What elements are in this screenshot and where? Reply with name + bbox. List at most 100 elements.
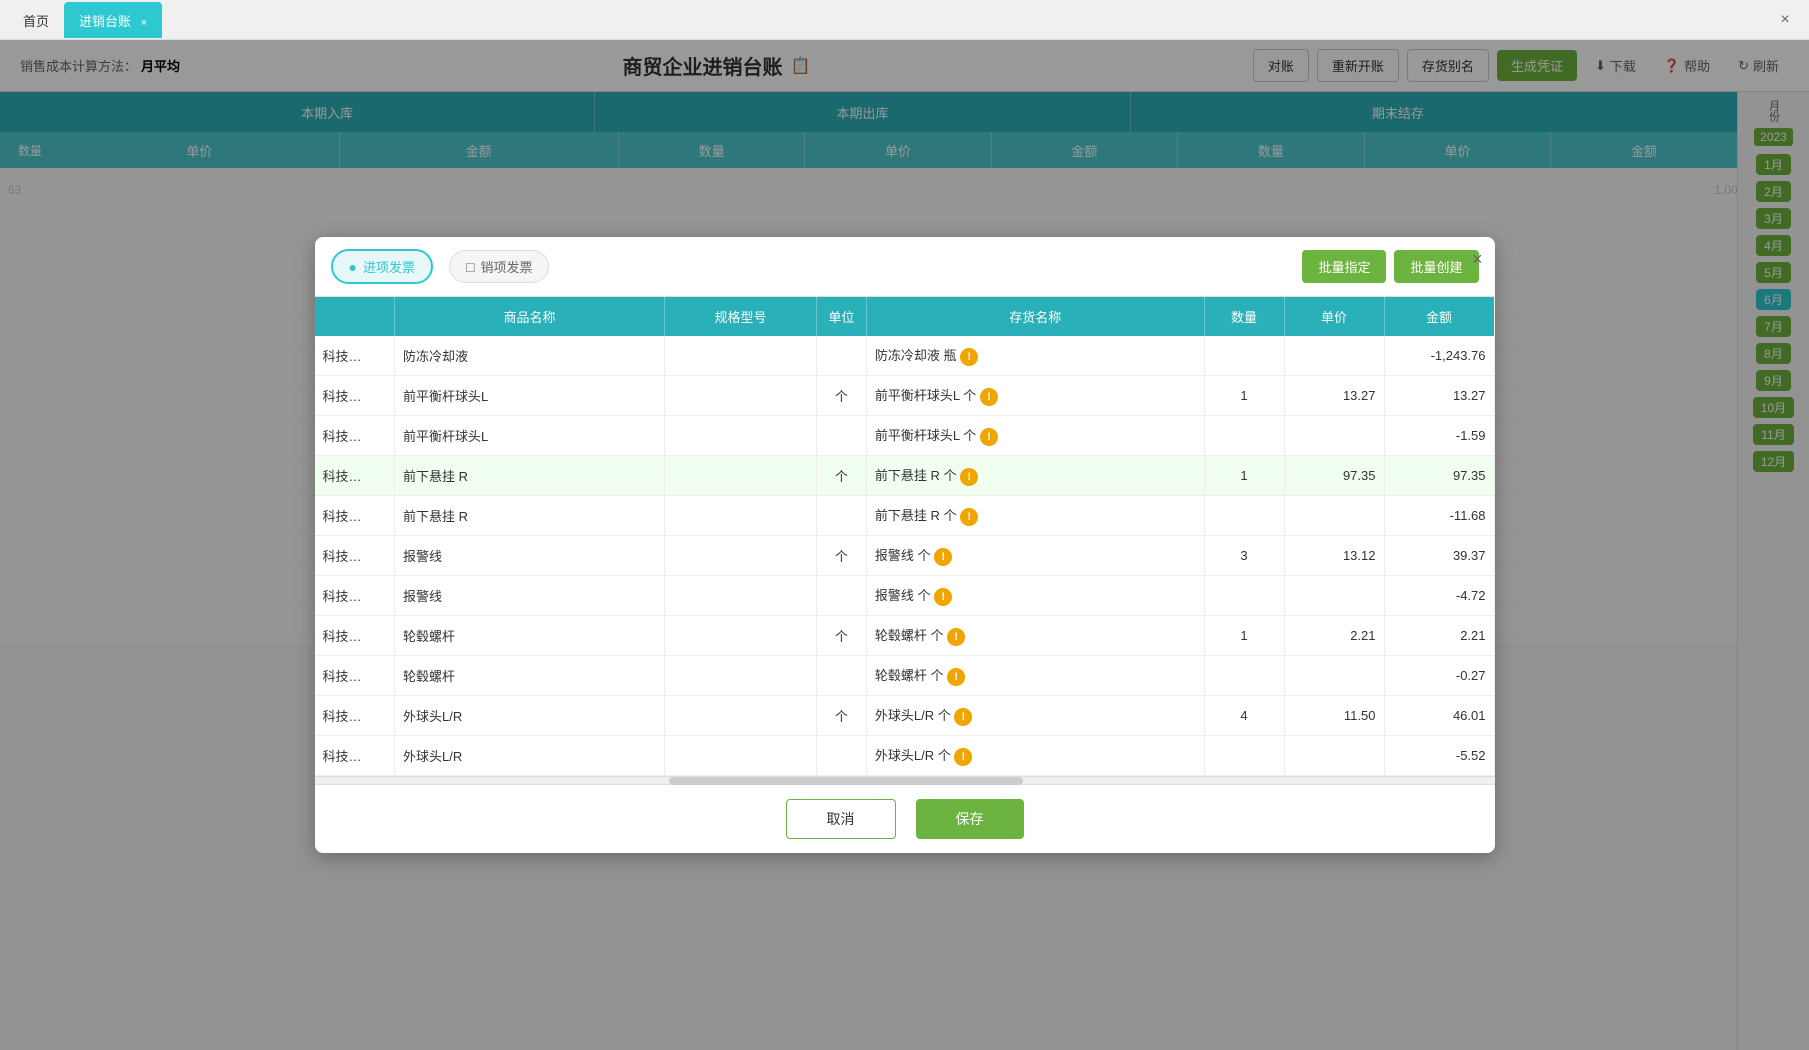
- cell-quantity: 1: [1204, 376, 1284, 416]
- cell-amount: -1.59: [1384, 416, 1494, 456]
- col-unit-price: 单价: [1284, 297, 1384, 336]
- purchase-tab-label: 进项发票: [363, 257, 415, 276]
- cell-quantity: [1204, 416, 1284, 456]
- cell-amount: 2.21: [1384, 616, 1494, 656]
- cell-stock-name: 前下悬挂 R 个 !: [866, 456, 1204, 496]
- modal-header: ● 进项发票 □ 销项发票 批量指定 批量创建 ×: [315, 237, 1495, 297]
- cell-unit-price: [1284, 416, 1384, 456]
- cell-quantity: 1: [1204, 456, 1284, 496]
- cell-stock-name: 轮毂螺杆 个 !: [866, 656, 1204, 696]
- modal-footer: 取消 保存: [315, 784, 1495, 853]
- cell-product: 轮毂螺杆: [395, 656, 665, 696]
- table-row[interactable]: 科技… 外球头L/R 个 外球头L/R 个 ! 4 11.50 46.01: [315, 696, 1495, 736]
- cell-unit: 个: [816, 376, 866, 416]
- warning-icon: !: [960, 348, 978, 366]
- cell-company: 科技…: [315, 336, 395, 376]
- cell-company: 科技…: [315, 376, 395, 416]
- cell-product: 外球头L/R: [395, 696, 665, 736]
- tab-sales-invoice[interactable]: □ 销项发票: [449, 250, 549, 283]
- cell-quantity: [1204, 656, 1284, 696]
- cell-company: 科技…: [315, 536, 395, 576]
- modal-dialog: ● 进项发票 □ 销项发票 批量指定 批量创建 ×: [315, 237, 1495, 853]
- cell-stock-name: 前平衡杆球头L 个 !: [866, 376, 1204, 416]
- table-row[interactable]: 科技… 报警线 个 报警线 个 ! 3 13.12 39.37: [315, 536, 1495, 576]
- invoice-table: 商品名称 规格型号 单位 存货名称 数量 单价 金额 科技… 防冻冷却液 防冻冷…: [315, 297, 1495, 776]
- cell-product: 防冻冷却液: [395, 336, 665, 376]
- cell-unit: [816, 336, 866, 376]
- cell-unit-price: 2.21: [1284, 616, 1384, 656]
- cell-unit: 个: [816, 456, 866, 496]
- tab-home[interactable]: 首页: [8, 2, 64, 38]
- cancel-button[interactable]: 取消: [786, 799, 896, 839]
- cell-spec: [665, 496, 817, 536]
- table-row[interactable]: 科技… 轮毂螺杆 个 轮毂螺杆 个 ! 1 2.21 2.21: [315, 616, 1495, 656]
- window-close-btn[interactable]: ×: [1769, 4, 1801, 36]
- cell-unit-price: 13.27: [1284, 376, 1384, 416]
- modal-close-button[interactable]: ×: [1472, 249, 1483, 270]
- tab-ledger[interactable]: 进销台账 ×: [64, 2, 162, 38]
- cell-amount: -1,243.76: [1384, 336, 1494, 376]
- warning-icon: !: [934, 588, 952, 606]
- cell-amount: 39.37: [1384, 536, 1494, 576]
- cell-amount: 46.01: [1384, 696, 1494, 736]
- cell-product: 前平衡杆球头L: [395, 416, 665, 456]
- col-stock-name: 存货名称: [866, 297, 1204, 336]
- cell-amount: -5.52: [1384, 736, 1494, 776]
- table-row[interactable]: 科技… 外球头L/R 外球头L/R 个 ! -5.52: [315, 736, 1495, 776]
- cell-unit: [816, 576, 866, 616]
- table-body: 科技… 防冻冷却液 防冻冷却液 瓶 ! -1,243.76 科技… 前平衡杆球头…: [315, 336, 1495, 776]
- table-row[interactable]: 科技… 前平衡杆球头L 个 前平衡杆球头L 个 ! 1 13.27 13.27: [315, 376, 1495, 416]
- table-row[interactable]: 科技… 防冻冷却液 防冻冷却液 瓶 ! -1,243.76: [315, 336, 1495, 376]
- cell-amount: -4.72: [1384, 576, 1494, 616]
- tab-purchase-invoice[interactable]: ● 进项发票: [331, 249, 433, 284]
- table-row[interactable]: 科技… 前下悬挂 R 前下悬挂 R 个 ! -11.68: [315, 496, 1495, 536]
- cell-unit-price: [1284, 656, 1384, 696]
- table-row[interactable]: 科技… 报警线 报警线 个 ! -4.72: [315, 576, 1495, 616]
- cell-unit: [816, 416, 866, 456]
- cell-company: 科技…: [315, 696, 395, 736]
- purchase-tab-icon: ●: [349, 259, 357, 275]
- cell-amount: -11.68: [1384, 496, 1494, 536]
- modal-table: 商品名称 规格型号 单位 存货名称 数量 单价 金额 科技… 防冻冷却液 防冻冷…: [315, 297, 1495, 776]
- scroll-thumb[interactable]: [669, 777, 1023, 785]
- col-spec: 规格型号: [665, 297, 817, 336]
- cell-spec: [665, 376, 817, 416]
- cell-quantity: 4: [1204, 696, 1284, 736]
- horizontal-scrollbar[interactable]: [315, 776, 1495, 784]
- close-icon: ×: [1780, 11, 1789, 29]
- cell-product: 前平衡杆球头L: [395, 376, 665, 416]
- batch-create-button[interactable]: 批量创建: [1394, 250, 1478, 283]
- cell-spec: [665, 576, 817, 616]
- sales-tab-icon: □: [466, 259, 474, 275]
- cell-product: 前下悬挂 R: [395, 496, 665, 536]
- warning-icon: !: [954, 748, 972, 766]
- cell-stock-name: 报警线 个 !: [866, 536, 1204, 576]
- cell-product: 轮毂螺杆: [395, 616, 665, 656]
- col-unit: 单位: [816, 297, 866, 336]
- cell-stock-name: 前下悬挂 R 个 !: [866, 496, 1204, 536]
- app-background: 销售成本计算方法： 月平均 商贸企业进销台账 📋 对账 重新开账 存货别名 生成…: [0, 40, 1809, 1050]
- cell-stock-name: 外球头L/R 个 !: [866, 736, 1204, 776]
- table-header-row: 商品名称 规格型号 单位 存货名称 数量 单价 金额: [315, 297, 1495, 336]
- cell-company: 科技…: [315, 616, 395, 656]
- cell-spec: [665, 736, 817, 776]
- cell-spec: [665, 336, 817, 376]
- col-quantity: 数量: [1204, 297, 1284, 336]
- cell-unit-price: 97.35: [1284, 456, 1384, 496]
- cell-quantity: 1: [1204, 616, 1284, 656]
- cell-unit-price: 13.12: [1284, 536, 1384, 576]
- cell-company: 科技…: [315, 456, 395, 496]
- cell-spec: [665, 616, 817, 656]
- table-row[interactable]: 科技… 前下悬挂 R 个 前下悬挂 R 个 ! 1 97.35 97.35: [315, 456, 1495, 496]
- cell-product: 报警线: [395, 536, 665, 576]
- table-row[interactable]: 科技… 前平衡杆球头L 前平衡杆球头L 个 ! -1.59: [315, 416, 1495, 456]
- warning-icon: !: [980, 388, 998, 406]
- table-row[interactable]: 科技… 轮毂螺杆 轮毂螺杆 个 ! -0.27: [315, 656, 1495, 696]
- tab-ledger-close[interactable]: ×: [141, 17, 147, 29]
- cell-product: 外球头L/R: [395, 736, 665, 776]
- warning-icon: !: [960, 468, 978, 486]
- col-product-name: 商品名称: [395, 297, 665, 336]
- save-button[interactable]: 保存: [916, 799, 1024, 839]
- cell-company: 科技…: [315, 576, 395, 616]
- batch-assign-button[interactable]: 批量指定: [1302, 250, 1386, 283]
